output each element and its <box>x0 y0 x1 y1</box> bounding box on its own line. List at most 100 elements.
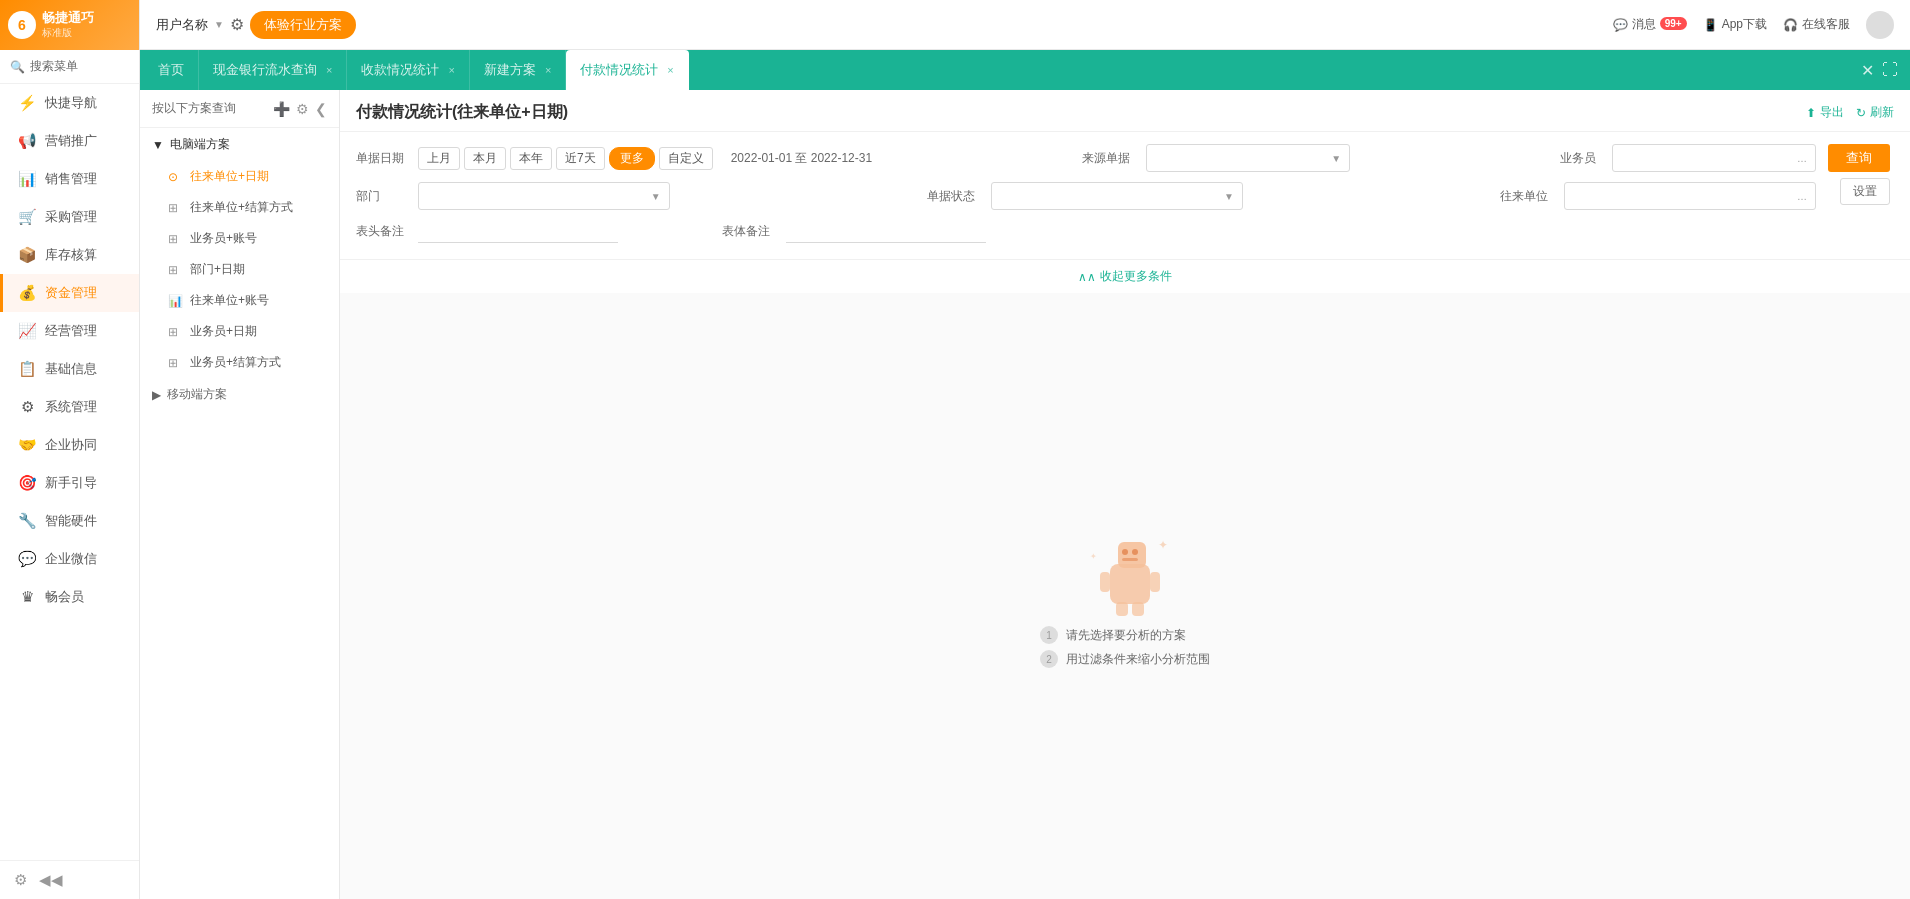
sidebar-item-system[interactable]: ⚙系统管理 <box>0 388 139 426</box>
topbar-settings-icon[interactable]: ⚙ <box>230 15 244 34</box>
sidebar-item-wechat[interactable]: 💬企业微信 <box>0 540 139 578</box>
collapse-sidebar-icon[interactable]: ◀◀ <box>39 871 63 889</box>
counterpart-select[interactable]: … <box>1564 182 1816 210</box>
date-btn-自定义[interactable]: 自定义 <box>659 147 713 170</box>
sidebar-item-quick-nav[interactable]: ⚡快捷导航 <box>0 84 139 122</box>
desktop-category[interactable]: ▼ 电脑端方案 <box>140 128 339 161</box>
body-note-label: 表体备注 <box>722 223 774 240</box>
refresh-icon: ↻ <box>1856 106 1866 120</box>
doc-status-select[interactable]: ▼ <box>991 182 1243 210</box>
message-badge: 99+ <box>1660 17 1687 30</box>
staff-select[interactable]: … <box>1612 144 1816 172</box>
trial-btn[interactable]: 体验行业方案 <box>250 11 356 39</box>
date-btn-本年[interactable]: 本年 <box>510 147 552 170</box>
refresh-btn[interactable]: ↻ 刷新 <box>1856 104 1894 121</box>
settings-scheme-icon[interactable]: ⚙ <box>296 101 309 117</box>
body-note-input[interactable] <box>786 220 986 243</box>
dept-select[interactable]: ▼ <box>418 182 670 210</box>
nav-label-enterprise: 企业协同 <box>45 436 97 454</box>
sidebar-item-vip[interactable]: ♛畅会员 <box>0 578 139 616</box>
sidebar-item-basic-info[interactable]: 📋基础信息 <box>0 350 139 388</box>
date-btn-上月[interactable]: 上月 <box>418 147 460 170</box>
sidebar-item-operations[interactable]: 📈经营管理 <box>0 312 139 350</box>
mobile-icon: 📱 <box>1703 18 1718 32</box>
nav-label-guide: 新手引导 <box>45 474 97 492</box>
tab-close-new-plan[interactable]: × <box>545 64 551 76</box>
expand-mobile-icon: ▶ <box>152 388 161 402</box>
svg-text:✦: ✦ <box>1090 552 1097 561</box>
page-title-actions: ⬆ 导出 ↻ 刷新 <box>1806 104 1894 121</box>
tab-new-plan[interactable]: 新建方案× <box>470 50 566 90</box>
tab-bank-flow[interactable]: 现金银行流水查询× <box>199 50 347 90</box>
header-note-input[interactable] <box>418 220 618 243</box>
query-btn[interactable]: 查询 <box>1828 144 1890 172</box>
collapse-scheme-icon[interactable]: ❮ <box>315 101 327 117</box>
hint-text-2: 用过滤条件来缩小分析范围 <box>1066 651 1210 668</box>
tabbar-close-icon[interactable]: ✕ <box>1861 61 1874 80</box>
export-btn[interactable]: ⬆ 导出 <box>1806 104 1844 121</box>
nav-label-operations: 经营管理 <box>45 322 97 340</box>
topbar-user-area: 用户名称 ▼ ⚙ 体验行业方案 <box>156 11 1601 39</box>
date-range: 2022-01-01 至 2022-12-31 <box>731 150 872 167</box>
tab-home[interactable]: 首页 <box>144 50 199 90</box>
hint-text-1: 请先选择要分析的方案 <box>1066 627 1186 644</box>
scheme-panel-header-icons: ➕ ⚙ ❮ <box>273 101 327 117</box>
doc-status-label: 单据状态 <box>927 188 979 205</box>
sidebar-item-purchase[interactable]: 🛒采购管理 <box>0 198 139 236</box>
source-select[interactable]: ▼ <box>1146 144 1350 172</box>
sidebar-item-hardware[interactable]: 🔧智能硬件 <box>0 502 139 540</box>
topbar-dropdown-icon[interactable]: ▼ <box>214 19 224 30</box>
tab-close-bank-flow[interactable]: × <box>326 64 332 76</box>
scheme-item-counterpart-date[interactable]: ⊙往来单位+日期 <box>140 161 339 192</box>
scheme-item-dept-date[interactable]: ⊞部门+日期 <box>140 254 339 285</box>
scheme-label-staff-account: 业务员+账号 <box>190 230 257 247</box>
collapse-icon: ∧∧ <box>1078 270 1096 284</box>
svg-rect-6 <box>1150 572 1160 592</box>
svg-point-3 <box>1132 549 1138 555</box>
scheme-item-staff-settle[interactable]: ⊞业务员+结算方式 <box>140 347 339 378</box>
sidebar-nav: ⚡快捷导航📢营销推广📊销售管理🛒采购管理📦库存核算💰资金管理📈经营管理📋基础信息… <box>0 84 139 860</box>
export-icon: ⬆ <box>1806 106 1816 120</box>
tab-close-receivables[interactable]: × <box>448 64 454 76</box>
tab-payment-stats[interactable]: 付款情况统计× <box>566 50 688 90</box>
svg-rect-0 <box>1110 564 1150 604</box>
nav-label-quick-nav: 快捷导航 <box>45 94 97 112</box>
hint-num-2: 2 <box>1040 650 1058 668</box>
sidebar-item-sales[interactable]: 📊销售管理 <box>0 160 139 198</box>
online-service-label: 在线客服 <box>1802 16 1850 33</box>
desktop-category-label: 电脑端方案 <box>170 136 230 153</box>
online-service-item[interactable]: 🎧 在线客服 <box>1783 16 1850 33</box>
nav-label-wechat: 企业微信 <box>45 550 97 568</box>
mobile-category[interactable]: ▶ 移动端方案 <box>140 378 339 411</box>
date-btn-近7天[interactable]: 近7天 <box>556 147 605 170</box>
refresh-label: 刷新 <box>1870 104 1894 121</box>
app-download-item[interactable]: 📱 App下载 <box>1703 16 1767 33</box>
sidebar-item-capital[interactable]: 💰资金管理 <box>0 274 139 312</box>
sidebar-item-enterprise[interactable]: 🤝企业协同 <box>0 426 139 464</box>
settings-btn[interactable]: 设置 <box>1840 178 1890 205</box>
messages-item[interactable]: 💬 消息 99+ <box>1613 16 1687 33</box>
tab-receivables[interactable]: 收款情况统计× <box>347 50 469 90</box>
sidebar-header: 6 畅捷通巧 标准版 <box>0 0 139 50</box>
tab-close-payment-stats[interactable]: × <box>667 64 673 76</box>
sidebar-search[interactable]: 🔍 搜索菜单 <box>0 50 139 84</box>
scheme-item-counterpart-settle[interactable]: ⊞往来单位+结算方式 <box>140 192 339 223</box>
sidebar-item-marketing[interactable]: 📢营销推广 <box>0 122 139 160</box>
collapse-more-btn[interactable]: ∧∧ 收起更多条件 <box>340 259 1910 293</box>
sidebar-item-guide[interactable]: 🎯新手引导 <box>0 464 139 502</box>
scheme-item-staff-date[interactable]: ⊞业务员+日期 <box>140 316 339 347</box>
user-avatar[interactable] <box>1866 11 1894 39</box>
filter-row-dept: 部门 ▼ 单据状态 ▼ 往来单位 <box>356 182 1816 210</box>
counterpart-label: 往来单位 <box>1500 188 1552 205</box>
tabbar-maximize-icon[interactable]: ⛶ <box>1882 61 1898 79</box>
scheme-item-staff-account[interactable]: ⊞业务员+账号 <box>140 223 339 254</box>
empty-area: ✦ ✦ 1 请先选择要分析的方案 2 用过滤条件来缩小分析范围 <box>340 293 1910 899</box>
date-btn-本月[interactable]: 本月 <box>464 147 506 170</box>
date-btn-更多[interactable]: 更多 <box>609 147 655 170</box>
page-title-bar: 付款情况统计(往来单位+日期) ⬆ 导出 ↻ 刷新 <box>340 90 1910 132</box>
add-scheme-icon[interactable]: ➕ <box>273 101 290 117</box>
app-download-label: App下载 <box>1722 16 1767 33</box>
scheme-item-counterpart-account[interactable]: 📊往来单位+账号 <box>140 285 339 316</box>
settings-footer-icon[interactable]: ⚙ <box>14 871 27 889</box>
sidebar-item-inventory[interactable]: 📦库存核算 <box>0 236 139 274</box>
